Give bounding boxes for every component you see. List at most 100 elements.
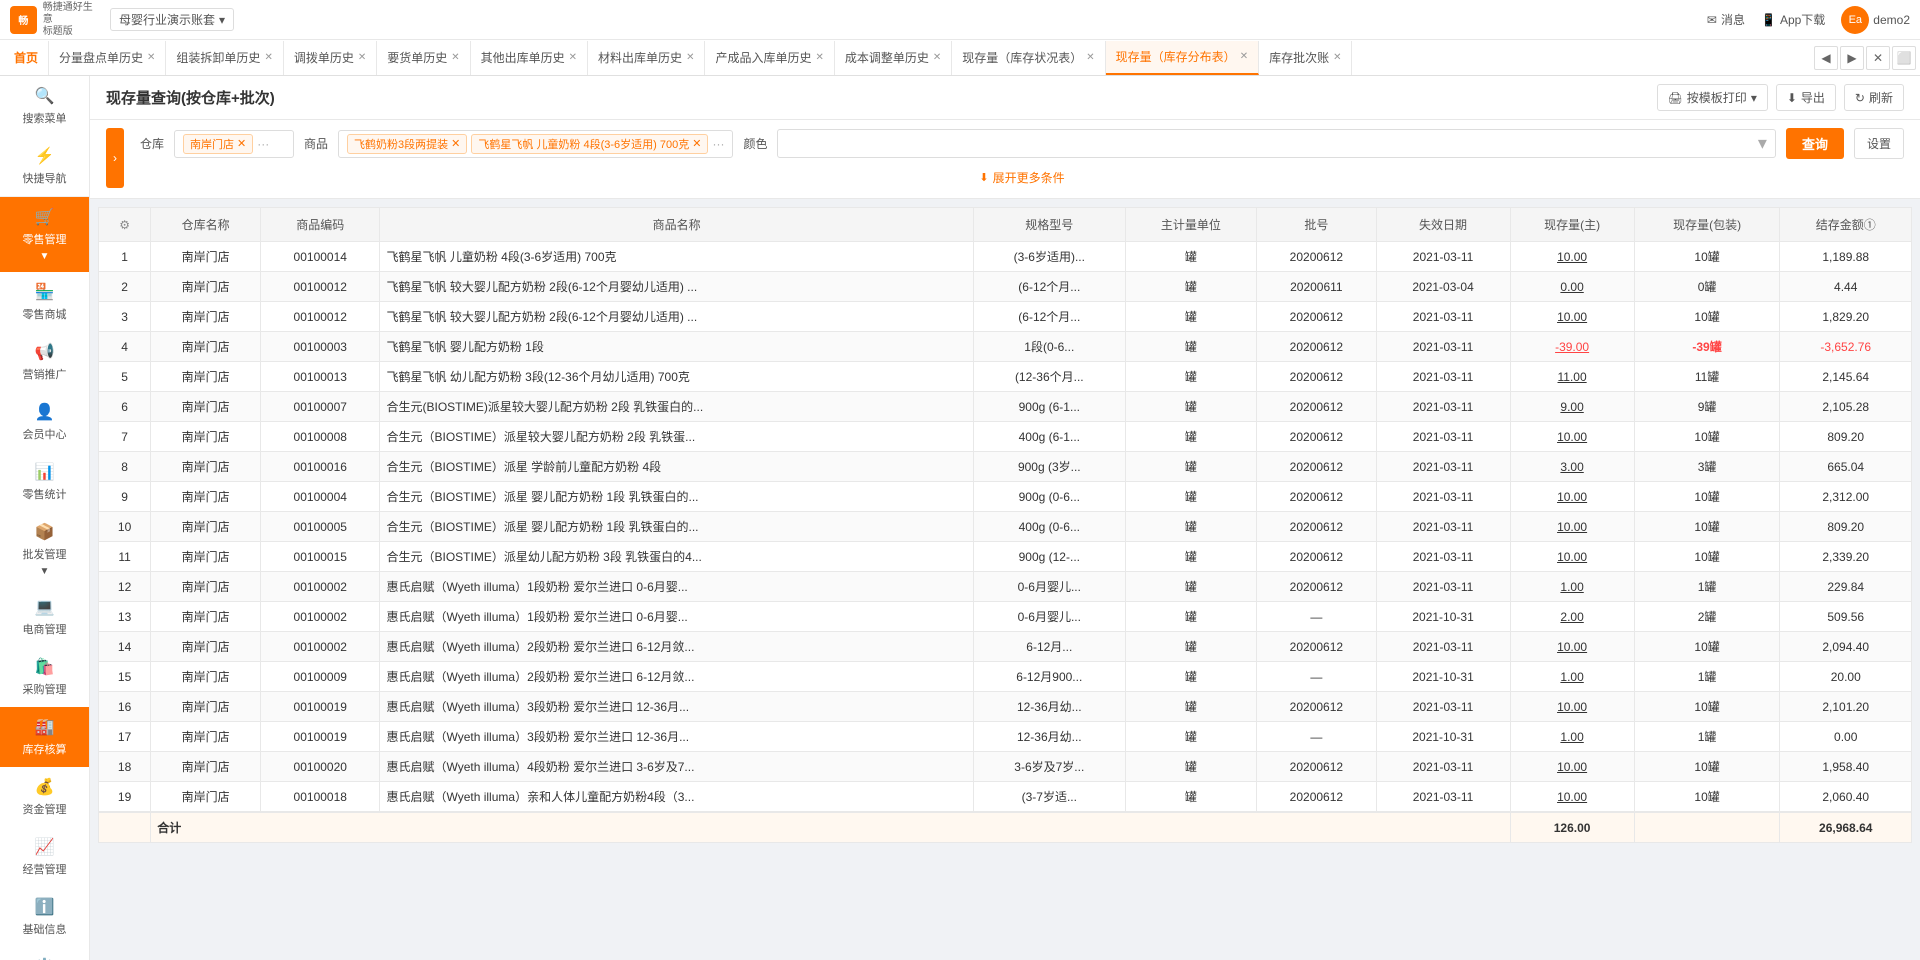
sidebar-item-member[interactable]: 👤 会员中心 <box>0 392 89 452</box>
cell-qty-main[interactable]: 10.00 <box>1510 512 1634 542</box>
tab-mix[interactable]: 调拨单历史 ✕ <box>284 41 377 75</box>
tab-prev-btn[interactable]: ◀ <box>1814 46 1838 70</box>
sidebar-item-system[interactable]: ⚙️ 系统管理 <box>0 947 89 960</box>
message-btn[interactable]: ✉ 消息 <box>1707 11 1745 28</box>
product-tag-2[interactable]: 飞鹤星飞帆 儿童奶粉 4段(3-6岁适用) 700克 ✕ <box>471 134 708 154</box>
product-tag-1-close-icon[interactable]: ✕ <box>451 137 460 150</box>
cell-qty-main[interactable]: 10.00 <box>1510 632 1634 662</box>
sidebar-item-marketing[interactable]: 📢 营销推广 <box>0 332 89 392</box>
settings-icon[interactable]: ⚙ <box>117 217 133 233</box>
tab-label: 库存批次账 <box>1269 49 1329 66</box>
cell-qty-main[interactable]: 1.00 <box>1510 572 1634 602</box>
page-title: 现存量查询(按仓库+批次) <box>106 87 275 108</box>
tab-close-icon[interactable]: ✕ <box>358 52 366 63</box>
cell-expire: 2021-10-31 <box>1376 602 1510 632</box>
cell-no: 11 <box>99 542 151 572</box>
tab-close-all-btn[interactable]: ✕ <box>1866 46 1890 70</box>
expand-sidebar-btn[interactable]: › <box>106 128 124 188</box>
cell-qty-main[interactable]: 10.00 <box>1510 242 1634 272</box>
tab-close-icon[interactable]: ✕ <box>933 52 941 63</box>
product-filter-input[interactable]: 飞鹤奶粉3段两提装 ✕ 飞鹤星飞帆 儿童奶粉 4段(3-6岁适用) 700克 ✕… <box>338 130 733 158</box>
refresh-button[interactable]: ↻ 刷新 <box>1844 84 1904 111</box>
query-button[interactable]: 查询 <box>1786 128 1844 159</box>
sidebar-item-retail-stats[interactable]: 📊 零售统计 <box>0 452 89 512</box>
warehouse-tag-close-icon[interactable]: ✕ <box>237 137 246 150</box>
sidebar-item-operations[interactable]: 📈 经营管理 <box>0 827 89 887</box>
sidebar-item-quick-nav[interactable]: ⚡ 快捷导航 <box>0 136 89 196</box>
sidebar-item-purchase[interactable]: 🛍️ 采购管理 <box>0 647 89 707</box>
cell-qty-main[interactable]: 11.00 <box>1510 362 1634 392</box>
cell-qty-main[interactable]: 10.00 <box>1510 542 1634 572</box>
tab-demand[interactable]: 要货单历史 ✕ <box>377 41 470 75</box>
cell-warehouse: 南岸门店 <box>151 362 261 392</box>
cell-batch: 20200612 <box>1257 632 1376 662</box>
cell-warehouse: 南岸门店 <box>151 542 261 572</box>
tab-close-icon[interactable]: ✕ <box>1333 52 1341 63</box>
sidebar-item-finance[interactable]: 💰 资金管理 <box>0 767 89 827</box>
app-download-btn[interactable]: 📱 App下载 <box>1761 11 1825 28</box>
tab-next-btn[interactable]: ▶ <box>1840 46 1864 70</box>
tab-close-icon[interactable]: ✕ <box>569 52 577 63</box>
sidebar-item-retail-shop[interactable]: 🏪 零售商城 <box>0 272 89 332</box>
tab-close-icon[interactable]: ✕ <box>451 52 459 63</box>
tab-cost-adjust[interactable]: 成本调整单历史 ✕ <box>835 41 952 75</box>
export-button[interactable]: ⬇ 导出 <box>1776 84 1836 111</box>
color-dropdown-icon[interactable]: ▾ <box>1758 133 1767 154</box>
tab-current-dist[interactable]: 现存量（库存分布表） ✕ <box>1106 41 1259 75</box>
sidebar-item-base-info[interactable]: ℹ️ 基础信息 <box>0 887 89 947</box>
product-tag-2-label: 飞鹤星飞帆 儿童奶粉 4段(3-6岁适用) 700克 <box>478 136 689 152</box>
cell-qty-main[interactable]: 9.00 <box>1510 392 1634 422</box>
tab-close-icon[interactable]: ✕ <box>815 52 823 63</box>
product-tag-2-close-icon[interactable]: ✕ <box>692 137 701 150</box>
cell-no: 14 <box>99 632 151 662</box>
tab-other-out[interactable]: 其他出库单历史 ✕ <box>471 41 588 75</box>
cell-qty-main[interactable]: 1.00 <box>1510 722 1634 752</box>
expand-more-btn[interactable]: ⬇ 展开更多条件 <box>140 165 1904 190</box>
tab-batch-ledger[interactable]: 库存批次账 ✕ <box>1259 41 1352 75</box>
sidebar-item-retail-mgmt[interactable]: 🛒 零售管理 ▼ <box>0 197 89 272</box>
cell-qty-main[interactable]: 1.00 <box>1510 662 1634 692</box>
cell-batch: 20200612 <box>1257 572 1376 602</box>
product-more-icon[interactable]: ··· <box>712 137 724 151</box>
print-button[interactable]: 🖨 按模板打印 ▾ <box>1657 84 1768 111</box>
cell-qty-main[interactable]: 3.00 <box>1510 452 1634 482</box>
tab-current-status[interactable]: 现存量（库存状况表） ✕ <box>952 41 1105 75</box>
cell-balance: 1,189.88 <box>1780 242 1912 272</box>
tab-product-in[interactable]: 产成品入库单历史 ✕ <box>705 41 834 75</box>
sidebar-item-ecommerce[interactable]: 💻 电商管理 <box>0 587 89 647</box>
cell-qty-main[interactable]: 10.00 <box>1510 752 1634 782</box>
cell-no: 17 <box>99 722 151 752</box>
tab-close-icon[interactable]: ✕ <box>264 52 272 63</box>
cell-qty-main[interactable]: 10.00 <box>1510 782 1634 813</box>
product-tag-1[interactable]: 飞鹤奶粉3段两提装 ✕ <box>347 134 467 154</box>
cell-no: 6 <box>99 392 151 422</box>
tab-close-icon[interactable]: ✕ <box>1086 52 1094 63</box>
setting-button[interactable]: 设置 <box>1854 128 1904 159</box>
sidebar-item-search[interactable]: 🔍 搜索菜单 <box>0 76 89 136</box>
tab-close-icon[interactable]: ✕ <box>686 52 694 63</box>
tab-close-icon[interactable]: ✕ <box>147 52 155 63</box>
warehouse-tag[interactable]: 南岸门店 ✕ <box>183 134 253 154</box>
color-filter-input[interactable]: ▾ <box>777 129 1775 158</box>
industry-selector[interactable]: 母婴行业演示账套 ▾ <box>110 8 234 31</box>
cell-qty-main[interactable]: 2.00 <box>1510 602 1634 632</box>
sidebar-item-wholesale[interactable]: 📦 批发管理 ▼ <box>0 512 89 587</box>
user-area[interactable]: Ea demo2 <box>1841 6 1910 34</box>
warehouse-filter-input[interactable]: 南岸门店 ✕ ··· <box>174 130 294 158</box>
cell-qty-main[interactable]: 10.00 <box>1510 482 1634 512</box>
cell-qty-main[interactable]: 10.00 <box>1510 302 1634 332</box>
col-settings[interactable]: ⚙ <box>99 208 151 242</box>
tab-close-icon[interactable]: ✕ <box>1240 51 1248 62</box>
sidebar-item-inventory[interactable]: 🏭 库存核算 <box>0 707 89 767</box>
tab-expand-btn[interactable]: ⬜ <box>1892 46 1916 70</box>
warehouse-more-icon[interactable]: ··· <box>257 137 269 151</box>
cell-qty-main[interactable]: 0.00 <box>1510 272 1634 302</box>
sidebar-purchase-label: 采购管理 <box>23 681 67 697</box>
cell-qty-main[interactable]: -39.00 <box>1510 332 1634 362</box>
tab-disassembly[interactable]: 组装拆卸单历史 ✕ <box>166 41 283 75</box>
tab-material-out[interactable]: 材料出库单历史 ✕ <box>588 41 705 75</box>
tab-split-inventory[interactable]: 分量盘点单历史 ✕ <box>49 41 166 75</box>
tab-home[interactable]: 首页 <box>4 41 49 75</box>
cell-qty-main[interactable]: 10.00 <box>1510 422 1634 452</box>
cell-qty-main[interactable]: 10.00 <box>1510 692 1634 722</box>
